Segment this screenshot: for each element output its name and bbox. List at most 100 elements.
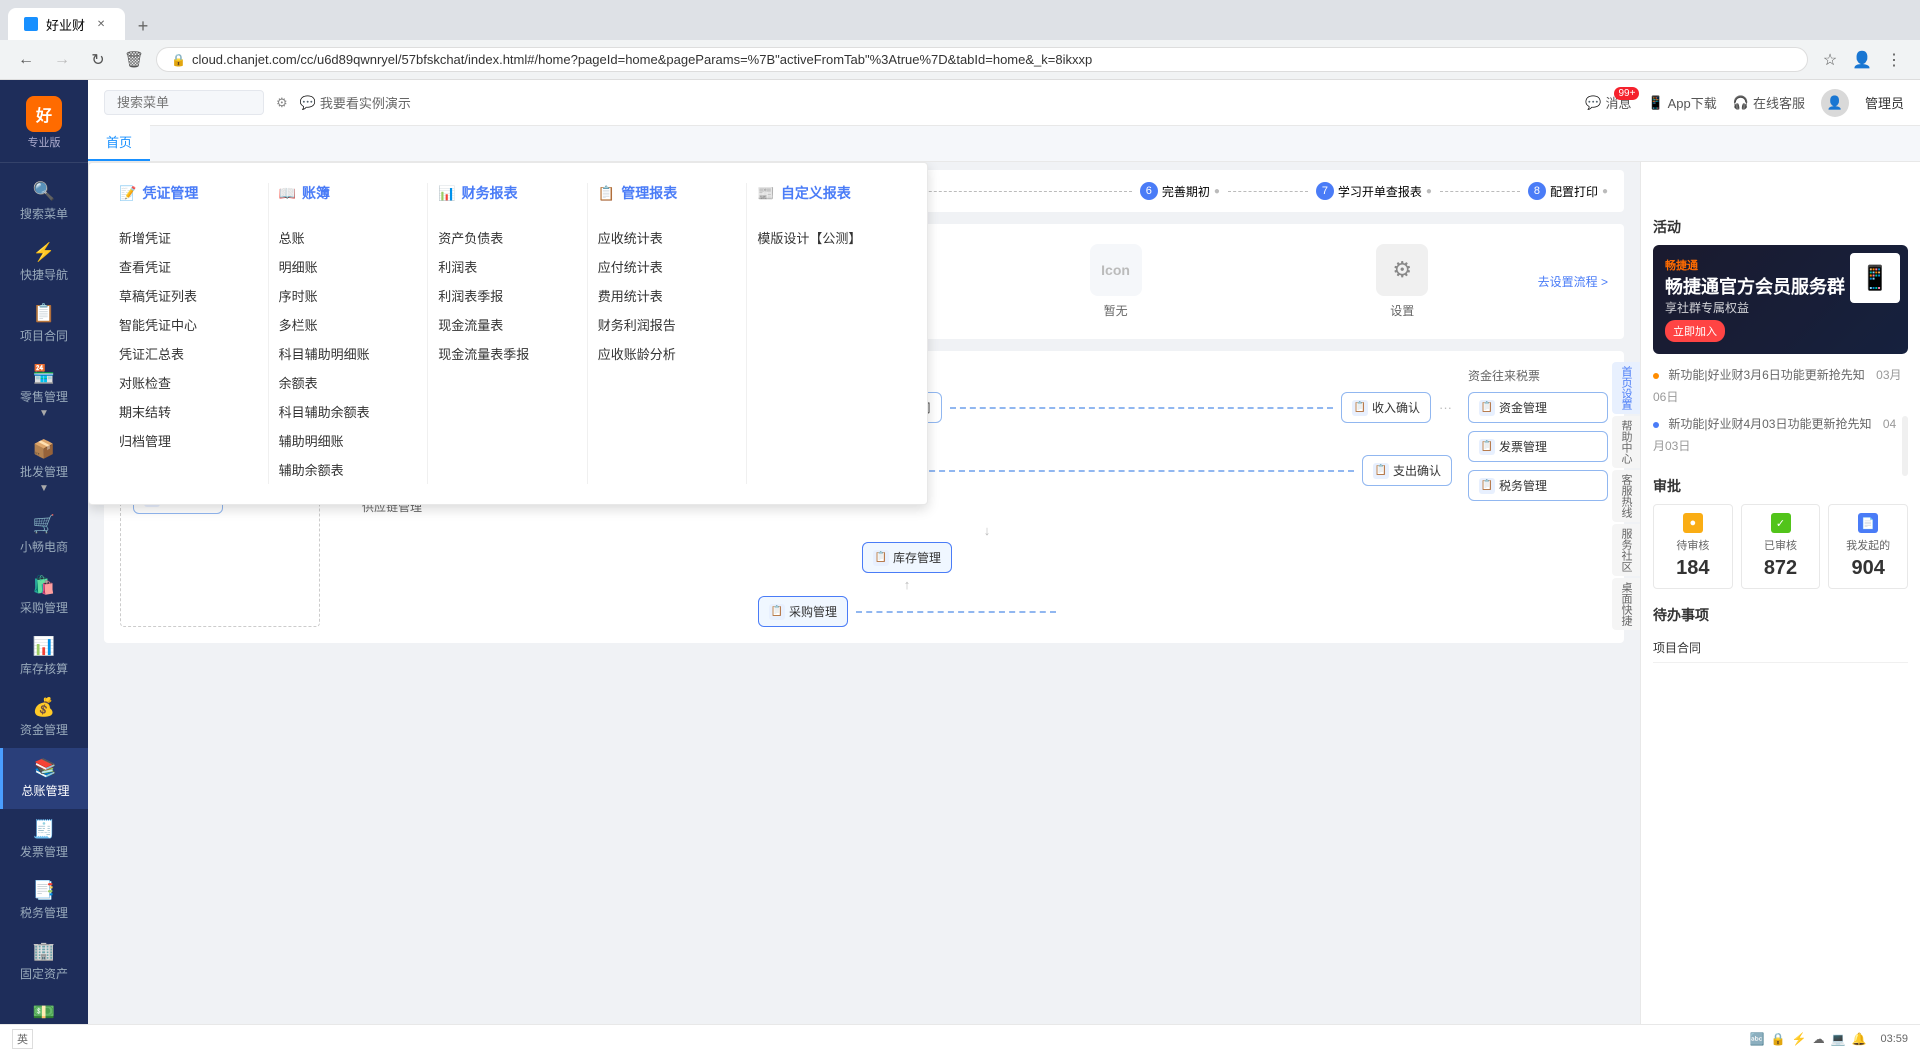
menu-item-cashflow[interactable]: 现金流量表: [438, 310, 577, 339]
capital-mgmt-node[interactable]: 📋 资金管理: [1468, 392, 1608, 423]
income-confirm-node[interactable]: 📋 收入确认: [1341, 392, 1431, 423]
menu-item-profit-quarterly[interactable]: 利润表季报: [438, 281, 577, 310]
sidebar-item-ecommerce[interactable]: 🛒 小畅电商: [0, 504, 88, 565]
sidebar-item-retail[interactable]: 🏪 零售管理 ▼: [0, 354, 88, 429]
user-avatar[interactable]: 👤: [1821, 89, 1849, 117]
search-input[interactable]: [104, 90, 264, 115]
sidebar-item-invoice[interactable]: 🧾 发票管理: [0, 809, 88, 870]
inventory-node[interactable]: 📋 库存管理: [862, 542, 952, 573]
menu-section-title-mgmt: 📋 管理报表: [598, 183, 737, 211]
status-time: 03:59: [1880, 1033, 1908, 1045]
sidebar-item-capital[interactable]: 💰 资金管理: [0, 687, 88, 748]
sidebar-item-tax[interactable]: 📑 税务管理: [0, 870, 88, 931]
menu-item-detail[interactable]: 明细账: [279, 252, 418, 281]
news-dot-2: [1653, 422, 1659, 428]
user-name: 管理员: [1865, 93, 1904, 112]
menu-item-aux-detail[interactable]: 辅助明细账: [279, 426, 418, 455]
new-tab-button[interactable]: +: [129, 12, 157, 40]
news-item-1[interactable]: 新功能|好业财3月6日功能更新抢先知 03月06日: [1653, 362, 1908, 411]
menu-item-new-voucher[interactable]: 新增凭证: [119, 223, 258, 252]
quick-icon-settings[interactable]: ⚙ 设置: [1267, 236, 1538, 327]
menu-item-template[interactable]: 模版设计【公测】: [757, 223, 897, 252]
menu-item-aux-balance[interactable]: 辅助余额表: [279, 455, 418, 484]
pending-count: 184: [1662, 557, 1724, 580]
sidebar-item-project[interactable]: 📋 项目合同: [0, 293, 88, 354]
sidebar-item-search[interactable]: 🔍 搜索菜单: [0, 171, 88, 232]
menu-item-general[interactable]: 总账: [279, 223, 418, 252]
lang-indicator[interactable]: 英: [12, 1029, 33, 1049]
menu-item-finance-profit[interactable]: 财务利润报告: [598, 310, 737, 339]
menu-item-journal[interactable]: 序时账: [279, 281, 418, 310]
menu-item-ar-aging[interactable]: 应收账龄分析: [598, 339, 737, 368]
app-download-button[interactable]: 📱 App下载: [1647, 93, 1716, 112]
forward-button[interactable]: →: [48, 46, 76, 74]
menu-item-smart-voucher[interactable]: 智能凭证中心: [119, 310, 258, 339]
step-item-6[interactable]: 6 完善期初 ●: [1140, 182, 1220, 200]
capital-tax-col: 资金往来税票 📋 资金管理 📋 发票管理 📋: [1468, 367, 1608, 627]
active-tab[interactable]: 好业财 ✕: [8, 8, 125, 40]
todo-item-1[interactable]: 项目合同: [1653, 633, 1908, 663]
demo-button[interactable]: 💬 我要看实例演示: [300, 93, 411, 112]
menu-item-multi[interactable]: 多栏账: [279, 310, 418, 339]
expense-confirm-node[interactable]: 📋 支出确认: [1362, 455, 1452, 486]
purchase-node[interactable]: 📋 采购管理: [758, 596, 848, 627]
more-button[interactable]: ⋮: [1880, 46, 1908, 74]
menu-item-receivable[interactable]: 应收统计表: [598, 223, 737, 252]
tab-home[interactable]: 首页: [88, 124, 150, 161]
menu-section-title-custom: 📰 自定义报表: [757, 183, 897, 211]
lock-icon: 🔒: [171, 53, 186, 67]
step-separator-3: [1440, 191, 1520, 192]
menu-item-period-close[interactable]: 期末结转: [119, 397, 258, 426]
news-item-2[interactable]: 新功能|好业财4月03日功能更新抢先知 04月03日: [1653, 411, 1908, 460]
approve-card-pending[interactable]: ● 待审核 184: [1653, 504, 1733, 589]
status-icon-5: 💻: [1831, 1032, 1846, 1046]
tax-mgmt-node[interactable]: 📋 税务管理: [1468, 470, 1608, 501]
menu-item-view-voucher[interactable]: 查看凭证: [119, 252, 258, 281]
sidebar-item-ledger[interactable]: 📚 总账管理: [0, 748, 88, 809]
sidebar-item-label: 快捷导航: [4, 266, 84, 283]
address-bar[interactable]: 🔒 cloud.chanjet.com/cc/u6d89qwnryel/57bf…: [156, 47, 1808, 72]
account-button[interactable]: 👤: [1848, 46, 1876, 74]
approve-title: 审批: [1653, 476, 1908, 496]
step-item-8[interactable]: 8 配置打印 ●: [1528, 182, 1608, 200]
menu-item-archive[interactable]: 归档管理: [119, 426, 258, 455]
voucher-section-icon: 📝: [119, 185, 136, 202]
mgmt-section-icon: 📋: [598, 185, 615, 202]
menu-item-subject-detail[interactable]: 科目辅助明细账: [279, 339, 418, 368]
menu-item-subject-balance[interactable]: 科目辅助余额表: [279, 397, 418, 426]
step-text-8: 配置打印: [1550, 183, 1598, 200]
menu-item-voucher-summary[interactable]: 凭证汇总表: [119, 339, 258, 368]
menu-item-balance[interactable]: 余额表: [279, 368, 418, 397]
step-item-7[interactable]: 7 学习开单查报表 ●: [1316, 182, 1432, 200]
setup-flow-link[interactable]: 去设置流程 >: [1538, 273, 1608, 290]
back-button[interactable]: ←: [12, 46, 40, 74]
menu-item-profit[interactable]: 利润表: [438, 252, 577, 281]
settings-dropdown-icon[interactable]: ⚙: [276, 95, 288, 111]
bookmark-button[interactable]: ☆: [1816, 46, 1844, 74]
menu-item-draft-voucher[interactable]: 草稿凭证列表: [119, 281, 258, 310]
banner-join-btn[interactable]: 立即加入: [1665, 320, 1725, 342]
online-service-button[interactable]: 🎧 在线客服: [1733, 93, 1805, 112]
sidebar-item-purchase[interactable]: 🛍️ 采购管理: [0, 565, 88, 626]
msg-button[interactable]: 💬 消息 99+: [1585, 93, 1631, 112]
delete-button[interactable]: 🗑: [120, 46, 148, 74]
menu-item-reconcile[interactable]: 对账检查: [119, 368, 258, 397]
menu-item-payable[interactable]: 应付统计表: [598, 252, 737, 281]
sidebar-item-quicknav[interactable]: ⚡ 快捷导航: [0, 232, 88, 293]
cm-icon: 📋: [1479, 400, 1495, 416]
menu-item-expense[interactable]: 费用统计表: [598, 281, 737, 310]
menu-item-balance-sheet[interactable]: 资产负债表: [438, 223, 577, 252]
activity-banner[interactable]: 畅捷通 畅捷通官方会员服务群 享社群专属权益 📱 立即加入: [1653, 245, 1908, 354]
approve-card-initiated[interactable]: 📄 我发起的 904: [1828, 504, 1908, 589]
invoice-mgmt-node[interactable]: 📋 发票管理: [1468, 431, 1608, 462]
scrollbar-area[interactable]: [1902, 416, 1908, 476]
quick-icon-4[interactable]: Icon 暂无: [980, 236, 1251, 327]
reload-button[interactable]: ↻: [84, 46, 112, 74]
sidebar-item-wholesale[interactable]: 📦 批发管理 ▼: [0, 429, 88, 504]
tab-close-icon[interactable]: ✕: [93, 16, 109, 32]
menu-item-cashflow-quarterly[interactable]: 现金流量表季报: [438, 339, 577, 368]
sidebar-item-assets[interactable]: 🏢 固定资产: [0, 931, 88, 992]
sidebar-item-inventory[interactable]: 📊 库存核算: [0, 626, 88, 687]
ecf-label: 支出确认: [1393, 462, 1441, 479]
approve-card-approved[interactable]: ✓ 已审核 872: [1741, 504, 1821, 589]
